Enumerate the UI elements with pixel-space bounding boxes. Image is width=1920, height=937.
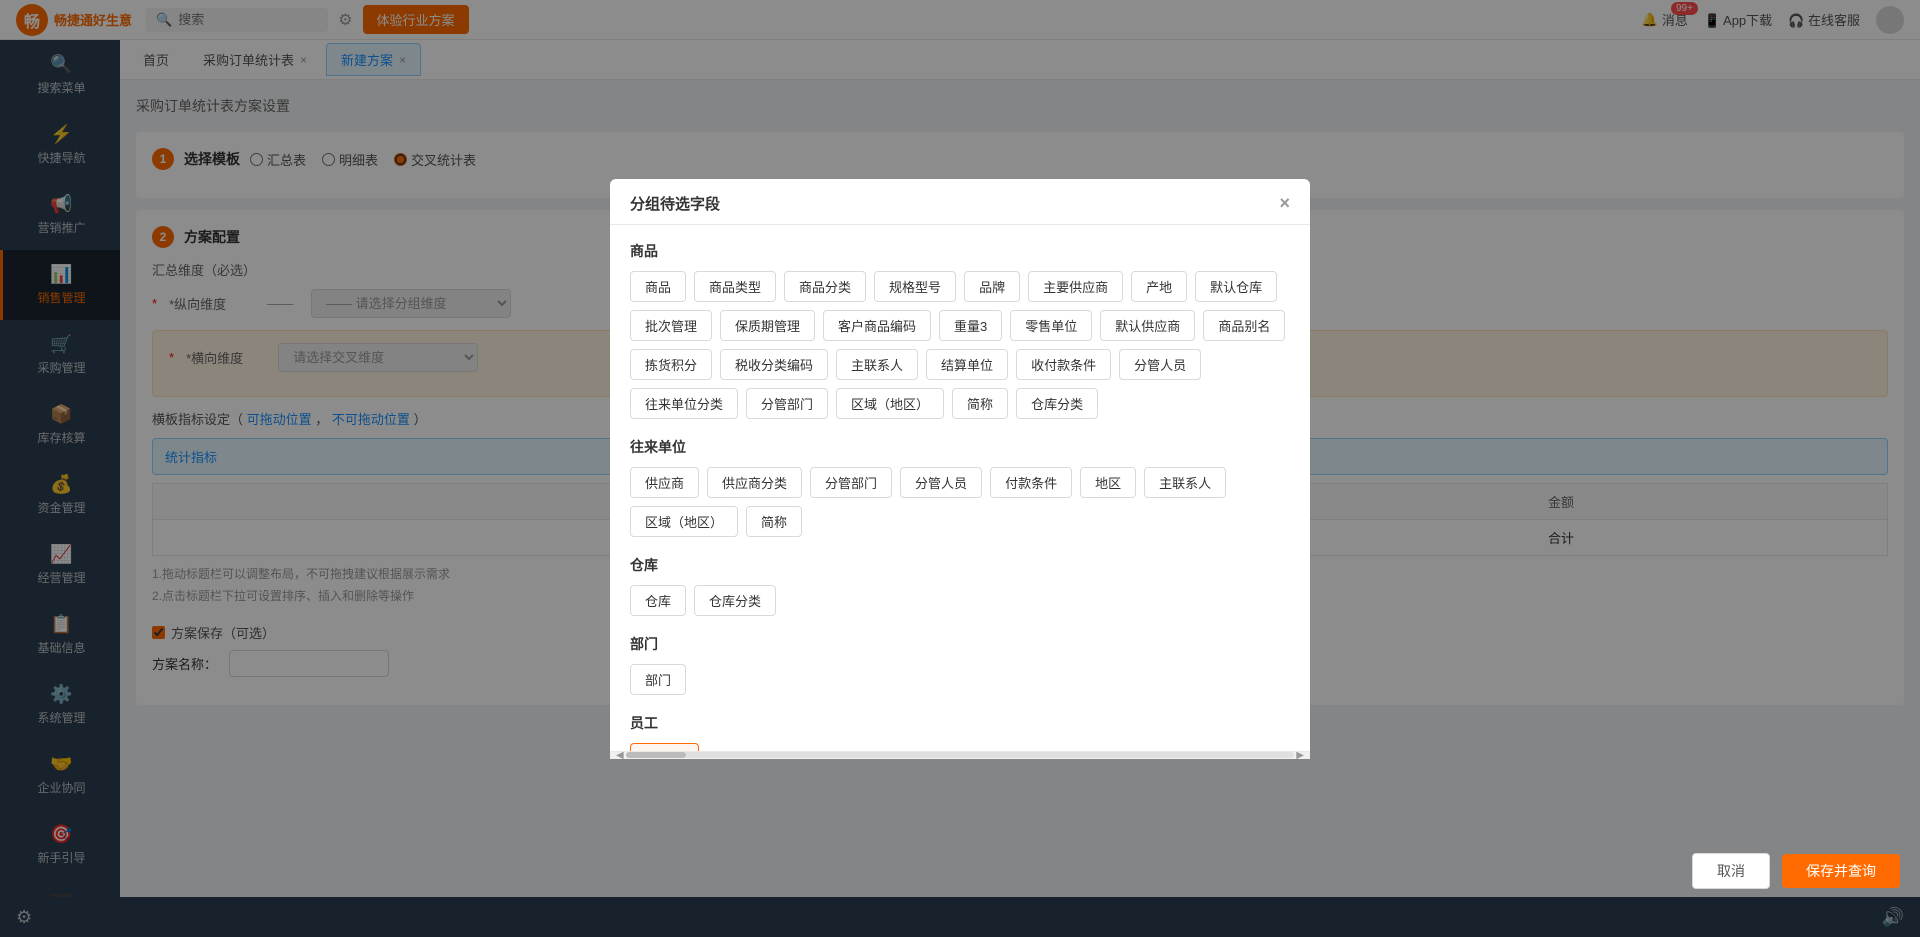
section-product: 商品 商品 商品类型 商品分类 规格型号 品牌 主要供应商 产地 默认仓库 批次… bbox=[630, 241, 1290, 419]
warehouse-fields: 仓库 仓库分类 bbox=[630, 585, 1290, 616]
field-tag[interactable]: 商品分类 bbox=[784, 271, 866, 302]
field-tag[interactable]: 简称 bbox=[746, 506, 802, 537]
modal-body: 商品 商品 商品类型 商品分类 规格型号 品牌 主要供应商 产地 默认仓库 批次… bbox=[610, 225, 1310, 751]
modal-dialog: 分组待选字段 × 商品 商品 商品类型 商品分类 规格型号 品牌 主要供应商 产… bbox=[610, 179, 1310, 759]
scroll-right-arrow[interactable]: ▶ bbox=[1294, 750, 1306, 761]
scrollbar-thumb[interactable] bbox=[626, 752, 686, 758]
field-tag[interactable]: 收付款条件 bbox=[1016, 349, 1111, 380]
field-tag[interactable]: 批次管理 bbox=[630, 310, 712, 341]
field-tag[interactable]: 区域（地区） bbox=[630, 506, 738, 537]
field-tag[interactable]: 仓库分类 bbox=[1016, 388, 1098, 419]
field-tag[interactable]: 分管人员 bbox=[1119, 349, 1201, 380]
field-tag[interactable]: 供应商分类 bbox=[707, 467, 802, 498]
field-tag[interactable]: 分管部门 bbox=[746, 388, 828, 419]
field-tag[interactable]: 仓库 bbox=[630, 585, 686, 616]
modal-header: 分组待选字段 × bbox=[610, 179, 1310, 225]
modal-footer-btns: 取消 保存并查询 bbox=[1672, 845, 1920, 897]
field-tag[interactable]: 规格型号 bbox=[874, 271, 956, 302]
field-tag[interactable]: 商品别名 bbox=[1203, 310, 1285, 341]
field-tag[interactable]: 品牌 bbox=[964, 271, 1020, 302]
field-tag[interactable]: 主要供应商 bbox=[1028, 271, 1123, 302]
modal-title: 分组待选字段 bbox=[630, 193, 720, 214]
section-counterpart: 往来单位 供应商 供应商分类 分管部门 分管人员 付款条件 地区 主联系人 区域… bbox=[630, 437, 1290, 537]
save-query-button[interactable]: 保存并查询 bbox=[1782, 854, 1900, 888]
field-tag[interactable]: 拣货积分 bbox=[630, 349, 712, 380]
department-fields: 部门 bbox=[630, 664, 1290, 695]
field-tag[interactable]: 分管人员 bbox=[900, 467, 982, 498]
section-employee: 员工 业务员 bbox=[630, 713, 1290, 751]
field-tag[interactable]: 供应商 bbox=[630, 467, 699, 498]
section-department: 部门 部门 bbox=[630, 634, 1290, 695]
field-tag[interactable]: 保质期管理 bbox=[720, 310, 815, 341]
section-warehouse: 仓库 仓库 仓库分类 bbox=[630, 555, 1290, 616]
field-tag[interactable]: 地区 bbox=[1080, 467, 1136, 498]
field-tag[interactable]: 往来单位分类 bbox=[630, 388, 738, 419]
modal-overlay: 分组待选字段 × 商品 商品 商品类型 商品分类 规格型号 品牌 主要供应商 产… bbox=[0, 0, 1920, 937]
field-tag[interactable]: 付款条件 bbox=[990, 467, 1072, 498]
field-tag[interactable]: 分管部门 bbox=[810, 467, 892, 498]
field-tag[interactable]: 零售单位 bbox=[1010, 310, 1092, 341]
counterpart-fields: 供应商 供应商分类 分管部门 分管人员 付款条件 地区 主联系人 区域（地区） … bbox=[630, 467, 1290, 537]
modal-scrollbar-x: ◀ ▶ bbox=[610, 751, 1310, 759]
field-tag[interactable]: 主联系人 bbox=[1144, 467, 1226, 498]
field-tag-business[interactable]: 业务员 bbox=[630, 743, 699, 751]
employee-fields: 业务员 bbox=[630, 743, 1290, 751]
field-tag[interactable]: 结算单位 bbox=[926, 349, 1008, 380]
modal-close-btn[interactable]: × bbox=[1279, 193, 1290, 214]
product-fields: 商品 商品类型 商品分类 规格型号 品牌 主要供应商 产地 默认仓库 批次管理 … bbox=[630, 271, 1290, 419]
section-warehouse-title: 仓库 bbox=[630, 555, 1290, 575]
field-tag[interactable]: 简称 bbox=[952, 388, 1008, 419]
field-tag[interactable]: 产地 bbox=[1131, 271, 1187, 302]
section-employee-title: 员工 bbox=[630, 713, 1290, 733]
field-tag[interactable]: 仓库分类 bbox=[694, 585, 776, 616]
field-tag[interactable]: 区域（地区） bbox=[836, 388, 944, 419]
scrollbar-track bbox=[626, 752, 1295, 758]
field-tag[interactable]: 商品类型 bbox=[694, 271, 776, 302]
cancel-button[interactable]: 取消 bbox=[1692, 853, 1770, 889]
field-tag[interactable]: 默认仓库 bbox=[1195, 271, 1277, 302]
field-tag[interactable]: 重量3 bbox=[939, 310, 1002, 341]
section-counterpart-title: 往来单位 bbox=[630, 437, 1290, 457]
field-tag[interactable]: 主联系人 bbox=[836, 349, 918, 380]
field-tag[interactable]: 税收分类编码 bbox=[720, 349, 828, 380]
field-tag[interactable]: 默认供应商 bbox=[1100, 310, 1195, 341]
field-tag[interactable]: 部门 bbox=[630, 664, 686, 695]
field-tag[interactable]: 商品 bbox=[630, 271, 686, 302]
section-department-title: 部门 bbox=[630, 634, 1290, 654]
scroll-left-arrow[interactable]: ◀ bbox=[614, 750, 626, 761]
section-product-title: 商品 bbox=[630, 241, 1290, 261]
field-tag[interactable]: 客户商品编码 bbox=[823, 310, 931, 341]
